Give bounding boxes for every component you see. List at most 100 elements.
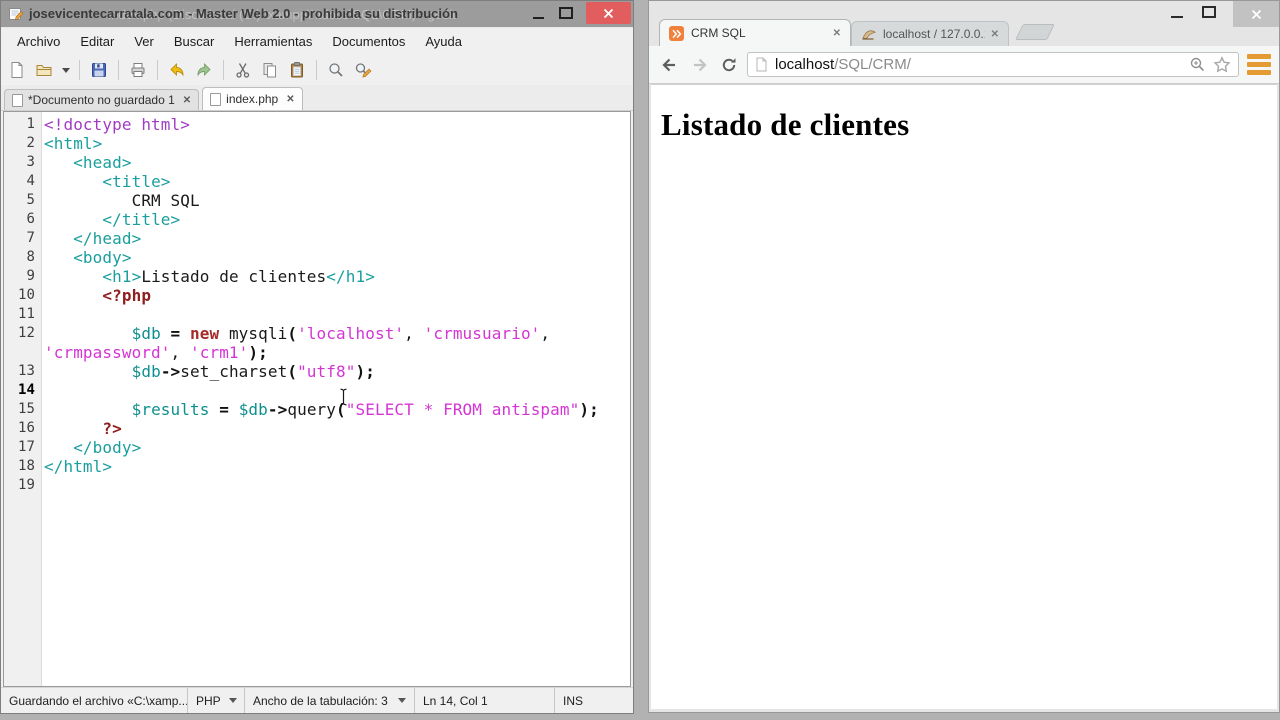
menu-ayuda[interactable]: Ayuda [415,30,472,53]
toolbar-separator [118,60,119,80]
search-icon [329,63,343,77]
code-line: 16 ?> [4,419,630,438]
tab-close-icon[interactable]: ✕ [183,95,191,106]
code-text: <title> [102,172,171,191]
code-text: <?php [102,286,152,305]
gedit-app-icon [8,6,24,22]
open-button[interactable] [32,58,56,82]
phpmyadmin-favicon-icon [861,27,877,42]
line-number: 1 [26,116,35,132]
find-button[interactable] [324,58,348,82]
find-replace-button[interactable] [351,58,375,82]
zoom-icon[interactable] [1189,56,1206,73]
print-button[interactable] [126,58,150,82]
line-number: 19 [17,477,35,493]
tab-width-value: 3 [381,693,388,708]
back-arrow-icon [661,58,675,71]
menu-editar[interactable]: Editar [70,30,124,53]
menu-documentos[interactable]: Documentos [322,30,415,53]
browser-toolbar: localhost/SQL/CRM/ [649,46,1279,84]
watermark-text: josevicentecarratala.com - Master Web 2.… [29,6,458,21]
code-text: </body> [73,438,142,457]
code-line: 'crmpassword', 'crm1'); [4,343,630,362]
hamburger-icon [1247,54,1271,59]
chevron-down-icon [61,67,70,73]
reload-button[interactable] [717,53,741,77]
close-icon [1251,9,1261,19]
browser-menu-button[interactable] [1247,54,1271,75]
web-page-content: Listado de clientes [651,84,1277,709]
menu-herramientas[interactable]: Herramientas [224,30,322,53]
tab-close-icon[interactable]: ✕ [991,29,999,40]
insert-mode-indicator: INS [563,693,584,708]
back-button[interactable] [657,53,681,77]
minimize-button[interactable] [1161,1,1193,23]
line-number: 14 [17,382,35,398]
minimize-button[interactable] [524,1,552,25]
menu-ver[interactable]: Ver [124,30,164,53]
url-host: localhost [775,56,835,73]
code-text: <body> [73,248,132,267]
new-document-button[interactable] [5,58,29,82]
browser-tab[interactable]: CRM SQL ✕ [659,19,851,46]
code-line: 6 </title> [4,210,630,229]
maximize-button[interactable] [552,1,580,25]
save-button[interactable] [87,58,111,82]
new-document-icon [11,62,23,78]
paste-clipboard-icon [291,62,303,78]
paste-button[interactable] [285,58,309,82]
open-folder-icon [36,65,52,76]
menu-buscar[interactable]: Buscar [164,30,224,53]
text-editor[interactable]: 1 <!doctype html> 2 <html> 3 <head> 4 <title>… [3,111,631,687]
line-number: 15 [17,401,35,417]
code-line: 15 $results = $db->query("SELECT * FROM … [4,400,630,419]
maximize-button[interactable] [1193,1,1225,23]
tab-close-icon[interactable]: ✕ [286,94,294,105]
code-text: $db->set_charset("utf8"); [131,362,375,381]
gedit-toolbar [1,55,633,85]
close-icon [603,8,614,18]
code-text: CRM SQL [44,191,200,210]
editor-tab[interactable]: index.php ✕ [202,87,303,110]
address-bar[interactable]: localhost/SQL/CRM/ [747,52,1239,77]
code-text: </html> [44,457,113,476]
toolbar-separator [157,60,158,80]
code-text: <head> [73,153,132,172]
browser-titlebar[interactable] [649,1,1279,27]
language-selector[interactable]: PHP [188,688,245,713]
menu-bar: Archivo Editar Ver Buscar Herramientas Docume… [1,27,633,55]
forward-button[interactable] [687,53,711,77]
code-line: 10 <?php [4,286,630,305]
cut-button[interactable] [231,58,255,82]
copy-icon [263,63,276,78]
tab-label: index.php [226,92,279,106]
code-text: <html> [44,134,103,153]
redo-icon [197,63,211,77]
copy-button[interactable] [258,58,282,82]
line-number: 18 [17,458,35,474]
undo-button[interactable] [165,58,189,82]
open-dropdown-button[interactable] [59,58,72,82]
code-text: 'crmpassword', 'crm1'); [44,343,268,362]
tab-close-icon[interactable]: ✕ [833,28,841,39]
new-tab-button[interactable] [1015,24,1055,40]
editor-tab[interactable]: *Documento no guardado 1 ✕ [4,89,200,110]
code-line: 5 CRM SQL [4,191,630,210]
browser-tab[interactable]: localhost / 127.0.0.1 | php ✕ [851,21,1009,46]
code-line: 3 <head> [4,153,630,172]
tab-width-selector[interactable]: Ancho de la tabulación: 3 [245,688,415,713]
cursor-position: Ln 14, Col 1 [415,688,555,713]
code-text: ?> [102,419,122,438]
line-number: 12 [17,325,35,341]
redo-button[interactable] [192,58,216,82]
close-button[interactable] [586,2,631,24]
gedit-titlebar[interactable]: index.php (Disco local (C:) \xampp\htdoc… [1,1,633,27]
menu-archivo[interactable]: Archivo [7,30,70,53]
bookmark-star-icon[interactable] [1213,56,1231,73]
code-line: 2 <html> [4,134,630,153]
toolbar-separator [316,60,317,80]
close-button[interactable] [1233,1,1279,27]
print-icon [131,63,145,77]
tab-label: *Documento no guardado 1 [28,93,175,107]
line-number: 4 [26,173,35,189]
